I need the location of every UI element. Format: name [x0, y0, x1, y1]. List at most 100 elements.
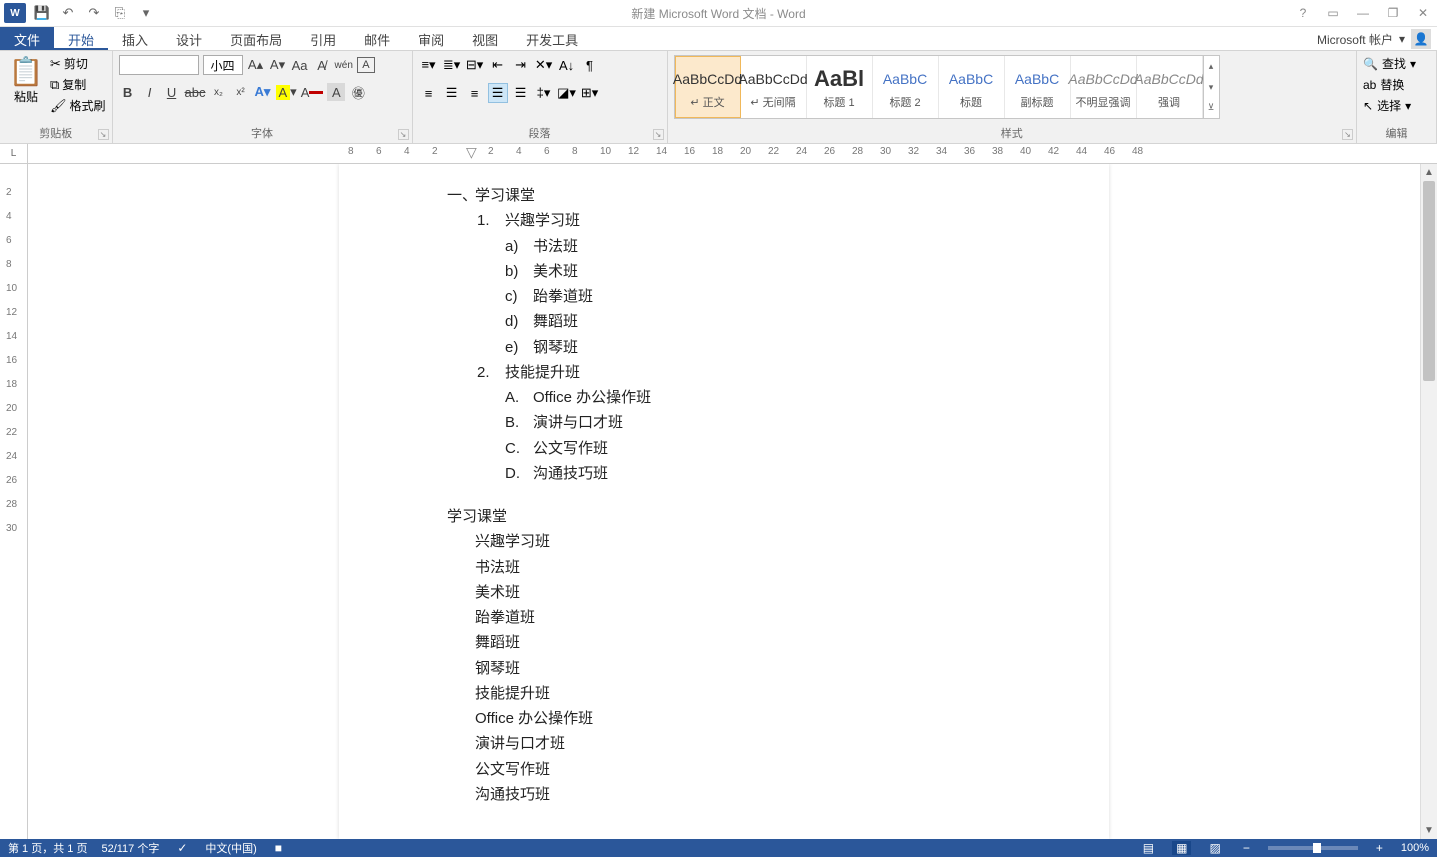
read-mode-button[interactable]: ▤ [1139, 841, 1158, 855]
zoom-level[interactable]: 100% [1401, 842, 1429, 854]
doc-line[interactable]: 演讲与口才班 [435, 732, 1013, 755]
doc-line[interactable]: 书法班 [435, 556, 1013, 579]
doc-line[interactable]: 一、学习课堂 [435, 184, 1013, 207]
page[interactable]: 一、学习课堂1.兴趣学习班a)书法班b)美术班c)跆拳道班d)舞蹈班e)钢琴班2… [339, 164, 1109, 839]
tab-file[interactable]: 文件 [0, 27, 54, 50]
help-button[interactable]: ? [1289, 3, 1317, 23]
tab-view[interactable]: 视图 [458, 27, 512, 50]
horizontal-ruler[interactable]: 8642246810121416182022242628303234363840… [28, 144, 1437, 164]
paragraph-dialog-launcher[interactable]: ↘ [653, 129, 664, 140]
paste-button[interactable]: 📋 粘贴 [6, 55, 46, 105]
doc-line[interactable]: B.演讲与口才班 [435, 411, 1013, 434]
vertical-scrollbar[interactable]: ▲ ▼ [1420, 164, 1437, 839]
status-word-count[interactable]: 52/117 个字 [101, 840, 159, 856]
decrease-indent-button[interactable]: ⇤ [488, 55, 508, 75]
style-item-7[interactable]: AaBbCcDd强调 [1137, 56, 1203, 118]
bullets-button[interactable]: ≡▾ [419, 55, 439, 75]
increase-indent-button[interactable]: ⇥ [511, 55, 531, 75]
tab-home[interactable]: 开始 [54, 27, 108, 50]
restore-button[interactable]: ❐ [1379, 3, 1407, 23]
tab-design[interactable]: 设计 [162, 27, 216, 50]
numbering-button[interactable]: ≣▾ [442, 55, 462, 75]
status-page[interactable]: 第 1 页，共 1 页 [8, 840, 87, 856]
zoom-out-button[interactable]: − [1239, 841, 1254, 855]
italic-button[interactable]: I [141, 83, 159, 101]
doc-line[interactable]: a)书法班 [435, 235, 1013, 258]
indent-marker-icon[interactable]: ▽ [466, 144, 477, 161]
scroll-up-button[interactable]: ▲ [1421, 164, 1437, 181]
style-item-4[interactable]: AaBbC标题 [939, 56, 1005, 118]
styles-dialog-launcher[interactable]: ↘ [1342, 129, 1353, 140]
doc-line[interactable]: e)钢琴班 [435, 336, 1013, 359]
font-dialog-launcher[interactable]: ↘ [398, 129, 409, 140]
doc-line[interactable]: Office 办公操作班 [435, 707, 1013, 730]
select-button[interactable]: ↖选择 ▾ [1363, 97, 1416, 114]
tab-review[interactable]: 审阅 [404, 27, 458, 50]
char-shading-button[interactable]: A [327, 83, 345, 101]
borders-button[interactable]: ⊞▾ [580, 83, 600, 103]
sort-button[interactable]: A↓ [557, 55, 577, 75]
superscript-button[interactable]: x² [232, 83, 250, 101]
style-item-2[interactable]: AaBl标题 1 [807, 56, 873, 118]
doc-line[interactable]: 跆拳道班 [435, 606, 1013, 629]
doc-line[interactable]: 钢琴班 [435, 657, 1013, 680]
tab-insert[interactable]: 插入 [108, 27, 162, 50]
web-layout-button[interactable]: ▨ [1205, 841, 1224, 855]
gallery-up-button[interactable]: ▴ [1204, 56, 1219, 77]
replace-button[interactable]: ab替换 [1363, 76, 1416, 93]
doc-line[interactable]: A.Office 办公操作班 [435, 386, 1013, 409]
justify-button[interactable]: ☰ [488, 83, 508, 103]
shading-button[interactable]: ◪▾ [557, 83, 577, 103]
scroll-down-button[interactable]: ▼ [1421, 822, 1437, 839]
phonetic-guide-button[interactable]: wén [335, 56, 353, 74]
show-marks-button[interactable]: ¶ [580, 55, 600, 75]
doc-line[interactable]: 2.技能提升班 [435, 361, 1013, 384]
minimize-button[interactable]: — [1349, 3, 1377, 23]
text-effects-button[interactable]: A▾ [254, 83, 272, 101]
doc-line[interactable]: 舞蹈班 [435, 631, 1013, 654]
doc-line[interactable]: 美术班 [435, 581, 1013, 604]
style-item-6[interactable]: AaBbCcDd不明显强调 [1071, 56, 1137, 118]
style-item-0[interactable]: AaBbCcDd↵ 正文 [675, 56, 741, 118]
subscript-button[interactable]: x₂ [210, 83, 228, 101]
distribute-button[interactable]: ☰ [511, 83, 531, 103]
copy-button[interactable]: ⧉复制 [50, 76, 106, 93]
change-case-button[interactable]: Aa [291, 56, 309, 74]
doc-line[interactable]: D.沟通技巧班 [435, 462, 1013, 485]
gallery-more-button[interactable]: ⊻ [1204, 97, 1219, 118]
qat-undo-button[interactable]: ↶ [58, 3, 78, 23]
highlight-button[interactable]: A▾ [276, 83, 297, 101]
qat-customize-button[interactable]: ▾ [136, 3, 156, 23]
macro-record-icon[interactable]: ■ [271, 841, 286, 855]
font-color-button[interactable]: A [301, 83, 324, 101]
spell-check-icon[interactable]: ✓ [173, 841, 191, 855]
font-size-combo[interactable] [203, 55, 243, 75]
scroll-thumb[interactable] [1423, 181, 1435, 381]
style-item-5[interactable]: AaBbC副标题 [1005, 56, 1071, 118]
doc-line[interactable]: 兴趣学习班 [435, 530, 1013, 553]
align-right-button[interactable]: ≡ [465, 83, 485, 103]
gallery-down-button[interactable]: ▾ [1204, 77, 1219, 98]
strikethrough-button[interactable]: abc [185, 83, 206, 101]
doc-line[interactable]: 公文写作班 [435, 758, 1013, 781]
cut-button[interactable]: ✂剪切 [50, 55, 106, 72]
clear-format-button[interactable]: A̸ [313, 56, 331, 74]
doc-line[interactable]: 学习课堂 [435, 505, 1013, 528]
zoom-slider[interactable] [1268, 846, 1358, 850]
align-left-button[interactable]: ≡ [419, 83, 439, 103]
tab-layout[interactable]: 页面布局 [216, 27, 296, 50]
zoom-in-button[interactable]: + [1372, 841, 1387, 855]
vertical-ruler[interactable]: 24681012141618202224262830 [0, 164, 28, 839]
style-item-3[interactable]: AaBbC标题 2 [873, 56, 939, 118]
align-center-button[interactable]: ☰ [442, 83, 462, 103]
doc-line[interactable]: c)跆拳道班 [435, 285, 1013, 308]
bold-button[interactable]: B [119, 83, 137, 101]
ribbon-display-button[interactable]: ▭ [1319, 3, 1347, 23]
shrink-font-button[interactable]: A▾ [269, 56, 287, 74]
line-spacing-button[interactable]: ‡▾ [534, 83, 554, 103]
enclose-char-button[interactable]: ㊝ [349, 83, 367, 101]
qat-redo-button[interactable]: ↷ [84, 3, 104, 23]
doc-line[interactable]: 技能提升班 [435, 682, 1013, 705]
zoom-thumb[interactable] [1313, 843, 1321, 853]
ltr-button[interactable]: ✕▾ [534, 55, 554, 75]
